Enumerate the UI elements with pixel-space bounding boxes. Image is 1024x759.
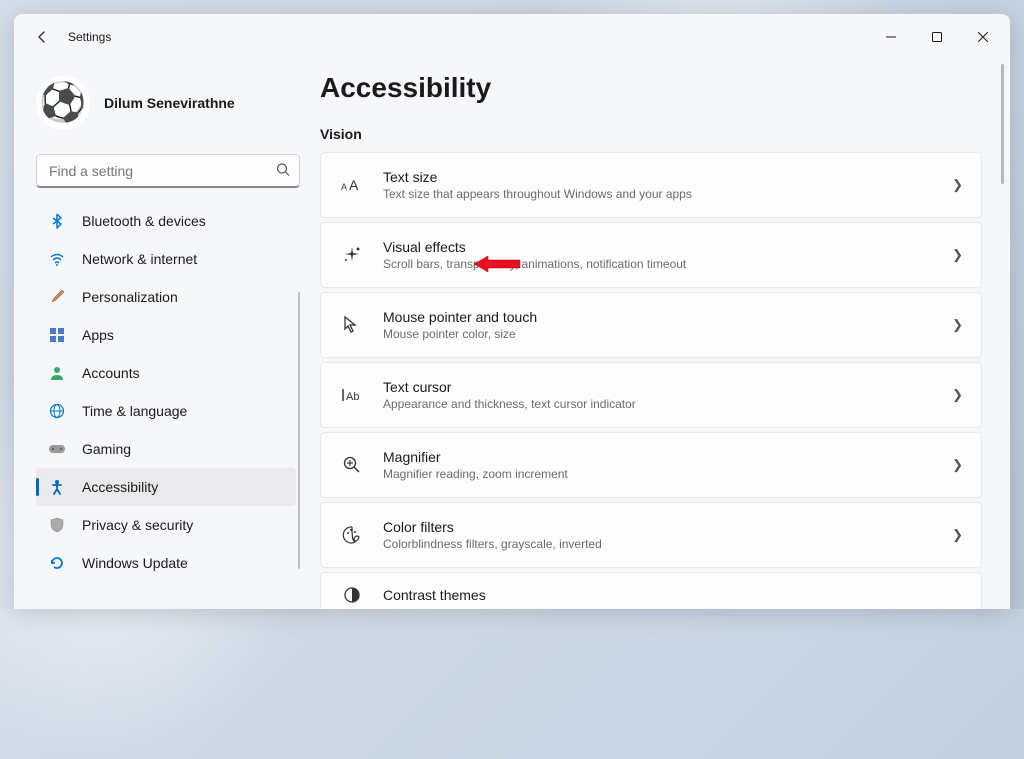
section-label: Vision xyxy=(320,126,982,142)
svg-text:A: A xyxy=(349,177,359,193)
main-content: Accessibility Vision AA Text size Text s… xyxy=(314,60,1010,609)
card-desc: Colorblindness filters, grayscale, inver… xyxy=(383,537,952,551)
sidebar-item-label: Gaming xyxy=(82,441,131,457)
sidebar-item-update[interactable]: Windows Update xyxy=(36,544,296,582)
sidebar-item-label: Personalization xyxy=(82,289,178,305)
card-mouse-pointer[interactable]: Mouse pointer and touch Mouse pointer co… xyxy=(320,292,982,358)
chevron-right-icon: ❯ xyxy=(952,247,963,263)
username: Dilum Senevirathne xyxy=(104,95,235,111)
text-size-icon: AA xyxy=(339,177,365,193)
svg-text:Ab: Ab xyxy=(346,391,359,403)
sidebar-item-label: Bluetooth & devices xyxy=(82,213,206,229)
sidebar-item-label: Privacy & security xyxy=(82,517,193,533)
window-title: Settings xyxy=(68,30,111,44)
main-scrollbar[interactable] xyxy=(1001,64,1004,184)
sidebar-item-time[interactable]: Time & language xyxy=(36,392,296,430)
search-input[interactable] xyxy=(36,154,300,188)
sidebar-item-gaming[interactable]: Gaming xyxy=(36,430,296,468)
card-title: Mouse pointer and touch xyxy=(383,309,952,325)
page-title: Accessibility xyxy=(320,72,982,104)
card-magnifier[interactable]: Magnifier Magnifier reading, zoom increm… xyxy=(320,432,982,498)
card-title: Color filters xyxy=(383,519,952,535)
sparkle-icon xyxy=(339,245,365,265)
card-desc: Magnifier reading, zoom increment xyxy=(383,467,952,481)
apps-icon xyxy=(48,326,66,344)
card-desc: Scroll bars, transparency, animations, n… xyxy=(383,257,952,271)
chevron-right-icon: ❯ xyxy=(952,177,963,193)
palette-icon xyxy=(339,525,365,545)
sidebar-scrollbar[interactable] xyxy=(298,292,300,569)
sidebar-item-personalization[interactable]: Personalization xyxy=(36,278,296,316)
titlebar: Settings xyxy=(14,14,1010,60)
svg-text:A: A xyxy=(341,182,347,192)
card-title: Text cursor xyxy=(383,379,952,395)
search-box xyxy=(36,154,300,188)
maximize-button[interactable] xyxy=(914,21,960,53)
wifi-icon xyxy=(48,250,66,268)
settings-window: Settings ⚽ Dilum Senevirathne Blueto xyxy=(14,14,1010,609)
card-desc: Appearance and thickness, text cursor in… xyxy=(383,397,952,411)
profile[interactable]: ⚽ Dilum Senevirathne xyxy=(36,70,300,136)
card-title: Visual effects xyxy=(383,239,952,255)
back-button[interactable] xyxy=(28,23,56,51)
chevron-right-icon: ❯ xyxy=(952,457,963,473)
contrast-icon xyxy=(339,586,365,604)
sidebar-item-label: Apps xyxy=(82,327,114,343)
sidebar-item-label: Accounts xyxy=(82,365,140,381)
close-button[interactable] xyxy=(960,21,1006,53)
avatar: ⚽ xyxy=(36,76,90,130)
card-title: Magnifier xyxy=(383,449,952,465)
cursor-icon xyxy=(339,315,365,335)
sidebar-item-accounts[interactable]: Accounts xyxy=(36,354,296,392)
card-title: Text size xyxy=(383,169,952,185)
minimize-button[interactable] xyxy=(868,21,914,53)
text-cursor-icon: Ab xyxy=(339,387,365,403)
card-title: Contrast themes xyxy=(383,587,963,603)
nav: Bluetooth & devices Network & internet P… xyxy=(36,202,300,609)
chevron-right-icon: ❯ xyxy=(952,527,963,543)
search-icon xyxy=(276,163,290,180)
person-icon xyxy=(48,364,66,382)
window-controls xyxy=(868,21,1006,53)
sidebar-item-bluetooth[interactable]: Bluetooth & devices xyxy=(36,202,296,240)
gamepad-icon xyxy=(48,440,66,458)
sidebar: ⚽ Dilum Senevirathne Bluetooth & devices… xyxy=(14,60,314,609)
sidebar-item-privacy[interactable]: Privacy & security xyxy=(36,506,296,544)
sidebar-item-apps[interactable]: Apps xyxy=(36,316,296,354)
sidebar-item-label: Accessibility xyxy=(82,479,158,495)
card-visual-effects[interactable]: Visual effects Scroll bars, transparency… xyxy=(320,222,982,288)
sidebar-item-label: Windows Update xyxy=(82,555,188,571)
globe-icon xyxy=(48,402,66,420)
card-color-filters[interactable]: Color filters Colorblindness filters, gr… xyxy=(320,502,982,568)
update-icon xyxy=(48,554,66,572)
chevron-right-icon: ❯ xyxy=(952,387,963,403)
card-contrast-themes[interactable]: Contrast themes xyxy=(320,572,982,609)
sidebar-item-network[interactable]: Network & internet xyxy=(36,240,296,278)
sidebar-item-accessibility[interactable]: Accessibility xyxy=(36,468,296,506)
magnifier-icon xyxy=(339,455,365,475)
card-desc: Text size that appears throughout Window… xyxy=(383,187,952,201)
shield-icon xyxy=(48,516,66,534)
card-text-size[interactable]: AA Text size Text size that appears thro… xyxy=(320,152,982,218)
sidebar-item-label: Network & internet xyxy=(82,251,197,267)
sidebar-item-label: Time & language xyxy=(82,403,187,419)
card-text-cursor[interactable]: Ab Text cursor Appearance and thickness,… xyxy=(320,362,982,428)
bluetooth-icon xyxy=(48,212,66,230)
accessibility-icon xyxy=(48,478,66,496)
card-desc: Mouse pointer color, size xyxy=(383,327,952,341)
chevron-right-icon: ❯ xyxy=(952,317,963,333)
brush-icon xyxy=(48,288,66,306)
